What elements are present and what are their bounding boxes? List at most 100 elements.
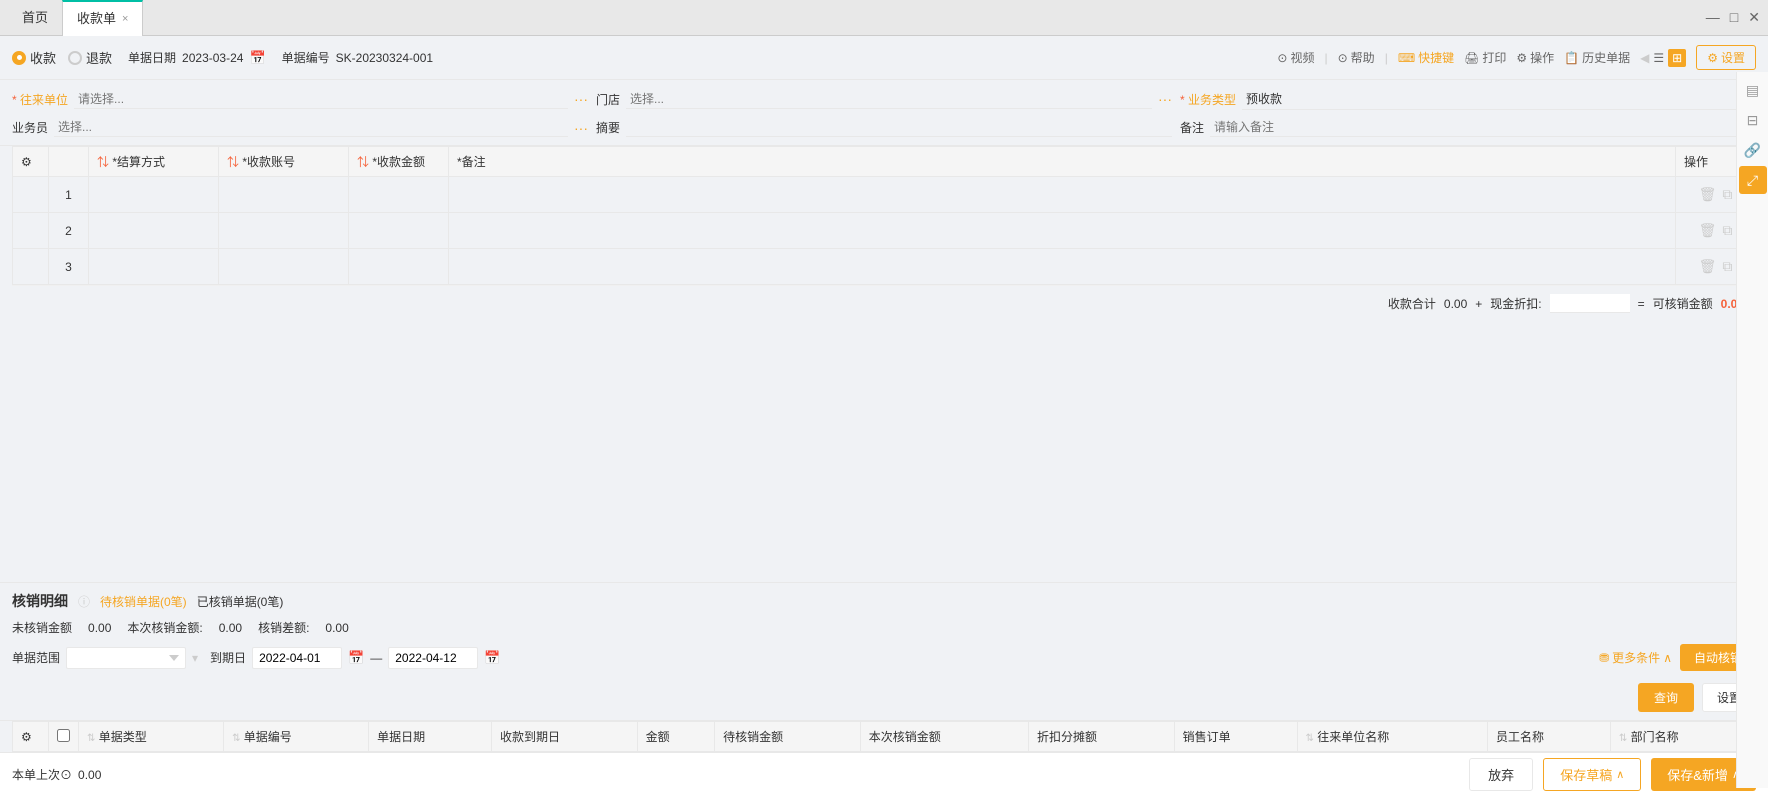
tab-bar: 首页 收款单 × — □ ✕	[0, 0, 1768, 36]
td-account-2[interactable]	[219, 213, 349, 249]
td-account-3[interactable]	[219, 249, 349, 285]
wth-checkbox[interactable]	[49, 722, 79, 752]
th-settings[interactable]: ⚙	[13, 147, 49, 177]
panel-icon-minus[interactable]: ⊟	[1739, 106, 1767, 134]
more-conditions-btn[interactable]: ⛃ 更多条件 ∧	[1599, 649, 1672, 666]
td-amount-2[interactable]	[349, 213, 449, 249]
shop-more-icon[interactable]: ···	[1158, 91, 1172, 107]
td-notes-3[interactable]	[449, 249, 1676, 285]
shortcut-btn[interactable]: ⌨ 快捷键	[1398, 49, 1454, 66]
content-with-panel: 收款 退款 单据日期 2023-03-24 📅 单据编号 SK-20230324…	[0, 36, 1768, 796]
query-button[interactable]: 查询	[1638, 683, 1694, 712]
staff-input[interactable]	[54, 118, 568, 137]
data-table-section: ⚙ ⇅ *结算方式 ⇅ *收款账号	[0, 146, 1768, 583]
save-draft-button[interactable]: 保存草稿 ∧	[1543, 758, 1641, 791]
note-input[interactable]	[1210, 118, 1756, 137]
main-container: 收款 退款 单据日期 2023-03-24 📅 单据编号 SK-20230324…	[0, 36, 1768, 796]
help-btn[interactable]: ⊙ 帮助	[1338, 49, 1375, 66]
td-num-2: 2	[49, 213, 89, 249]
writeoff-info-icon[interactable]: ⓘ	[78, 593, 90, 610]
doc-field: 单据编号 SK-20230324-001	[282, 49, 433, 66]
form-row-2: 业务员 ··· 摘要 备注	[12, 118, 1756, 137]
settings-button[interactable]: ⚙ 设置	[1696, 45, 1756, 70]
wth-from-unit: ⇅ 往来单位名称	[1297, 722, 1487, 752]
radio-receive-dot	[12, 51, 26, 65]
wth-sales-order: 销售订单	[1174, 722, 1297, 752]
ops-btn[interactable]: ⚙ 操作	[1516, 49, 1554, 66]
copy-icon-1[interactable]: ⧉	[1722, 186, 1732, 203]
td-amount-3[interactable]	[349, 249, 449, 285]
video-btn[interactable]: ⊙ 视频	[1277, 49, 1314, 66]
delete-icon-3[interactable]: 🗑	[1699, 258, 1717, 275]
copy-icon-2[interactable]: ⧉	[1722, 222, 1732, 239]
wth-discount: 折扣分摊额	[1029, 722, 1175, 752]
history-icon: 📋	[1564, 51, 1579, 65]
calendar-to-icon[interactable]: 📅	[484, 650, 500, 666]
summary-label: 摘要	[596, 119, 620, 136]
td-amount-1[interactable]	[349, 177, 449, 213]
wth-settings[interactable]: ⚙	[13, 722, 49, 752]
delete-icon-1[interactable]: 🗑	[1699, 186, 1717, 203]
range-select[interactable]	[66, 647, 186, 669]
td-account-1[interactable]	[219, 177, 349, 213]
staff-field: 业务员 ···	[12, 118, 588, 137]
tab-home[interactable]: 首页	[8, 0, 62, 36]
calendar-from-icon[interactable]: 📅	[348, 650, 364, 666]
pending-tab-link[interactable]: 待核销单据(0笔)	[100, 593, 187, 610]
table-footer: 收款合计 0.00 + 现金折扣: = 可核销金额 0.00	[12, 285, 1756, 321]
plus-sign: +	[1475, 297, 1482, 311]
print-btn[interactable]: 🖨 打印	[1464, 49, 1506, 66]
copy-icon-3[interactable]: ⧉	[1722, 258, 1732, 275]
nav-prev-icon[interactable]: ◀	[1640, 51, 1649, 65]
this-verify-value: 0.00	[219, 621, 242, 635]
print-icon: 🖨	[1464, 51, 1479, 65]
summary-field: 摘要	[596, 118, 1172, 137]
tab-active[interactable]: 收款单 ×	[62, 0, 143, 36]
td-notes-2[interactable]	[449, 213, 1676, 249]
wth-doc-num: ⇅ 单据编号	[224, 722, 369, 752]
wth-doc-date: 单据日期	[369, 722, 492, 752]
settings-label: 设置	[1721, 49, 1745, 66]
td-notes-1[interactable]	[449, 177, 1676, 213]
summary-input[interactable]	[626, 118, 1172, 137]
radio-refund[interactable]: 退款	[68, 48, 112, 67]
tab-close-icon[interactable]: ×	[122, 1, 128, 37]
shop-input[interactable]	[626, 90, 1152, 109]
wth-doc-type: ⇅ 单据类型	[79, 722, 224, 752]
discount-input[interactable]	[1550, 294, 1630, 313]
minimize-icon[interactable]: —	[1706, 9, 1720, 26]
biz-type-value: 预收款	[1246, 90, 1282, 107]
biz-type-select[interactable]: 预收款 ▾	[1242, 88, 1756, 110]
date-to-input[interactable]	[388, 647, 478, 669]
date-label-text: 到期日	[210, 649, 246, 666]
delete-icon-2[interactable]: 🗑	[1699, 222, 1717, 239]
td-settle-2[interactable]	[89, 213, 219, 249]
wth-amount: 金额	[637, 722, 715, 752]
td-settle-3[interactable]	[89, 249, 219, 285]
select-all-checkbox[interactable]	[57, 729, 70, 742]
staff-label: 业务员	[12, 119, 48, 136]
panel-icon-table[interactable]: ▤	[1739, 76, 1767, 104]
bottom-bar: 本单上次⊙ 0.00 放弃 保存草稿 ∧ 保存&新增 ∧	[0, 752, 1768, 796]
abandon-button[interactable]: 放弃	[1469, 758, 1533, 791]
panel-icon-link[interactable]: 🔗	[1739, 136, 1767, 164]
bottom-right: 放弃 保存草稿 ∧ 保存&新增 ∧	[1469, 758, 1756, 791]
close-icon[interactable]: ✕	[1748, 9, 1760, 26]
layout-grid-icon[interactable]: ⊞	[1668, 49, 1686, 67]
history-btn[interactable]: 📋 历史单据	[1564, 49, 1630, 66]
done-tab-link[interactable]: 已核销单据(0笔)	[197, 593, 284, 610]
from-unit-more-icon[interactable]: ···	[574, 91, 588, 107]
from-unit-input[interactable]	[74, 90, 568, 109]
layout-icon[interactable]: ☰	[1653, 51, 1664, 65]
panel-icon-expand[interactable]: ⤢	[1739, 166, 1767, 194]
radio-receive[interactable]: 收款	[12, 48, 56, 67]
staff-more-icon[interactable]: ···	[574, 120, 588, 136]
td-settle-1[interactable]	[89, 177, 219, 213]
td-settings-1	[13, 177, 49, 213]
date-from-input[interactable]	[252, 647, 342, 669]
date-field: 单据日期 2023-03-24 📅	[128, 49, 266, 66]
unverified-label: 未核销金额	[12, 619, 72, 636]
note-label: 备注	[1180, 119, 1204, 136]
calendar-icon[interactable]: 📅	[249, 50, 265, 66]
maximize-icon[interactable]: □	[1730, 9, 1738, 26]
